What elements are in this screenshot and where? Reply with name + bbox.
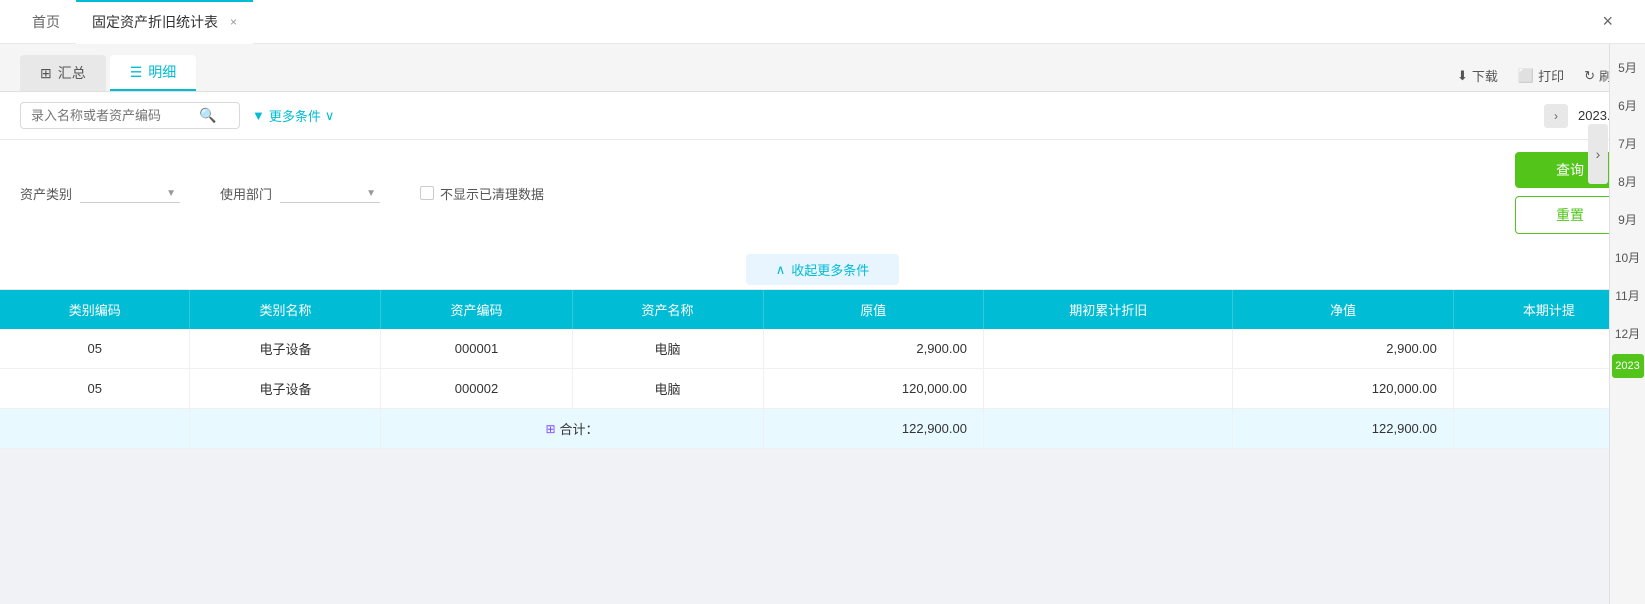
refresh-icon: ↻ [1584, 68, 1595, 84]
cell-category-name: 电子设备 [190, 329, 381, 369]
department-select[interactable] [280, 183, 380, 203]
top-nav-right: × [1602, 11, 1629, 32]
assets-table: 类别编码 类别名称 资产编码 资产名称 原值 期初累计折旧 净值 本期计提 05… [0, 290, 1645, 449]
sidebar-month-item[interactable]: 5月 [1615, 48, 1640, 86]
cell-asset-name: 电脑 [572, 369, 763, 409]
download-btn[interactable]: ⬇ 下载 [1457, 66, 1498, 85]
table-container: 类别编码 类别名称 资产编码 资产名称 原值 期初累计折旧 净值 本期计提 05… [0, 290, 1645, 449]
cell-asset-code: 000001 [381, 329, 572, 369]
cell-original-value: 120,000.00 [763, 369, 983, 409]
collapse-icon: ∧ [776, 262, 786, 278]
nav-tab-fixed-assets: 固定资产折旧统计表 × [76, 0, 253, 44]
sidebar-month-item[interactable]: 7月 [1615, 124, 1640, 162]
total-empty-2 [190, 409, 381, 449]
chevron-down-icon: ∨ [325, 108, 335, 124]
tab-summary[interactable]: ⊞ 汇总 [20, 55, 106, 91]
nav-home[interactable]: 首页 [16, 0, 76, 44]
cell-asset-name: 电脑 [572, 329, 763, 369]
asset-category-select-wrap[interactable]: ▼ [80, 183, 180, 203]
sidebar-month-item[interactable]: 6月 [1615, 86, 1640, 124]
asset-category-label: 资产类别 [20, 184, 72, 203]
filter-more-btn[interactable]: ▼ 更多条件 ∨ [252, 106, 334, 125]
cell-original-value: 2,900.00 [763, 329, 983, 369]
total-label-text: 合计： [560, 419, 599, 438]
collapse-label: 收起更多条件 [791, 260, 869, 279]
department-select-wrap[interactable]: ▼ [280, 183, 380, 203]
cell-category-name: 电子设备 [190, 369, 381, 409]
hide-cleared-label: 不显示已清理数据 [440, 184, 544, 203]
th-initial-depreciation: 期初累计折旧 [983, 290, 1232, 329]
cell-net-value: 2,900.00 [1233, 329, 1453, 369]
filter-department: 使用部门 ▼ [220, 183, 380, 203]
total-empty-1 [0, 409, 190, 449]
sidebar-month-item[interactable]: 12月 [1615, 314, 1640, 352]
search-input-wrap[interactable]: 🔍 [20, 102, 240, 129]
table-total-row: ⊞ 合计： 122,900.00 122,900.00 [0, 409, 1645, 449]
sub-tab-bar: ⊞ 汇总 ☰ 明细 ⬇ 下载 ⬜ 打印 ↻ 刷新 [0, 44, 1645, 92]
th-net-value: 净值 [1233, 290, 1453, 329]
search-icon: 🔍 [199, 107, 216, 124]
total-label-cell: ⊞ 合计： [381, 409, 763, 449]
filter-hide-cleared[interactable]: 不显示已清理数据 [420, 184, 544, 203]
year-label[interactable]: 2023 [1612, 354, 1644, 378]
total-original-value: 122,900.00 [763, 409, 983, 449]
th-original-value: 原值 [763, 290, 983, 329]
cell-category-code: 05 [0, 369, 190, 409]
asset-category-select[interactable] [80, 183, 180, 203]
total-initial-depreciation [983, 409, 1232, 449]
detail-label: 明细 [148, 62, 176, 82]
sidebar-month-item[interactable]: 10月 [1615, 238, 1640, 276]
sub-tab-actions: ⬇ 下载 ⬜ 打印 ↻ 刷新 [1457, 66, 1625, 91]
collapse-bar: ∧ 收起更多条件 [20, 246, 1625, 289]
sidebar-toggle-btn[interactable]: › [1588, 124, 1608, 184]
filter-area: 资产类别 ▼ 使用部门 ▼ 不显示已清理数据 查询 重置 [0, 140, 1645, 290]
tab-label: 固定资产折旧统计表 [92, 12, 218, 32]
total-icon: ⊞ [545, 422, 555, 436]
th-asset-name: 资产名称 [572, 290, 763, 329]
month-list: 5月6月7月8月9月10月11月12月 [1615, 48, 1640, 352]
top-nav: 首页 固定资产折旧统计表 × × [0, 0, 1645, 44]
table-header-row: 类别编码 类别名称 资产编码 资产名称 原值 期初累计折旧 净值 本期计提 [0, 290, 1645, 329]
cell-initial-depreciation [983, 329, 1232, 369]
print-label: 打印 [1538, 66, 1564, 85]
summary-label: 汇总 [58, 63, 86, 83]
close-tab-btn[interactable]: × [230, 15, 237, 29]
total-net-value: 122,900.00 [1233, 409, 1453, 449]
cell-net-value: 120,000.00 [1233, 369, 1453, 409]
close-window-btn[interactable]: × [1602, 11, 1613, 32]
filter-icon: ▼ [252, 108, 265, 123]
cell-category-code: 05 [0, 329, 190, 369]
sidebar-month-item[interactable]: 11月 [1615, 276, 1640, 314]
print-icon: ⬜ [1518, 68, 1534, 84]
filter-asset-category: 资产类别 ▼ [20, 183, 180, 203]
th-category-name: 类别名称 [190, 290, 381, 329]
tab-detail[interactable]: ☰ 明细 [110, 55, 197, 91]
th-category-code: 类别编码 [0, 290, 190, 329]
collapse-btn[interactable]: ∧ 收起更多条件 [746, 254, 900, 285]
download-icon: ⬇ [1457, 68, 1468, 84]
th-asset-code: 资产编码 [381, 290, 572, 329]
print-btn[interactable]: ⬜ 打印 [1518, 66, 1564, 85]
detail-icon: ☰ [130, 64, 143, 81]
cell-asset-code: 000002 [381, 369, 572, 409]
download-label: 下载 [1472, 66, 1498, 85]
search-input[interactable] [31, 108, 191, 123]
date-nav-right-btn[interactable]: › [1544, 104, 1568, 128]
sidebar-month-item[interactable]: 8月 [1615, 162, 1640, 200]
filter-more-label: 更多条件 [269, 106, 321, 125]
department-label: 使用部门 [220, 184, 272, 203]
search-bar: 🔍 ▼ 更多条件 ∨ › 2023.01 [0, 92, 1645, 140]
sidebar-month-item[interactable]: 9月 [1615, 200, 1640, 238]
table-row: 05 电子设备 000002 电脑 120,000.00 120,000.00 [0, 369, 1645, 409]
filter-row: 资产类别 ▼ 使用部门 ▼ 不显示已清理数据 查询 重置 [20, 152, 1625, 246]
summary-icon: ⊞ [40, 65, 52, 82]
hide-cleared-checkbox[interactable] [420, 186, 434, 200]
cell-initial-depreciation [983, 369, 1232, 409]
right-sidebar: › 5月6月7月8月9月10月11月12月 2023 [1609, 44, 1645, 604]
table-row: 05 电子设备 000001 电脑 2,900.00 2,900.00 [0, 329, 1645, 369]
